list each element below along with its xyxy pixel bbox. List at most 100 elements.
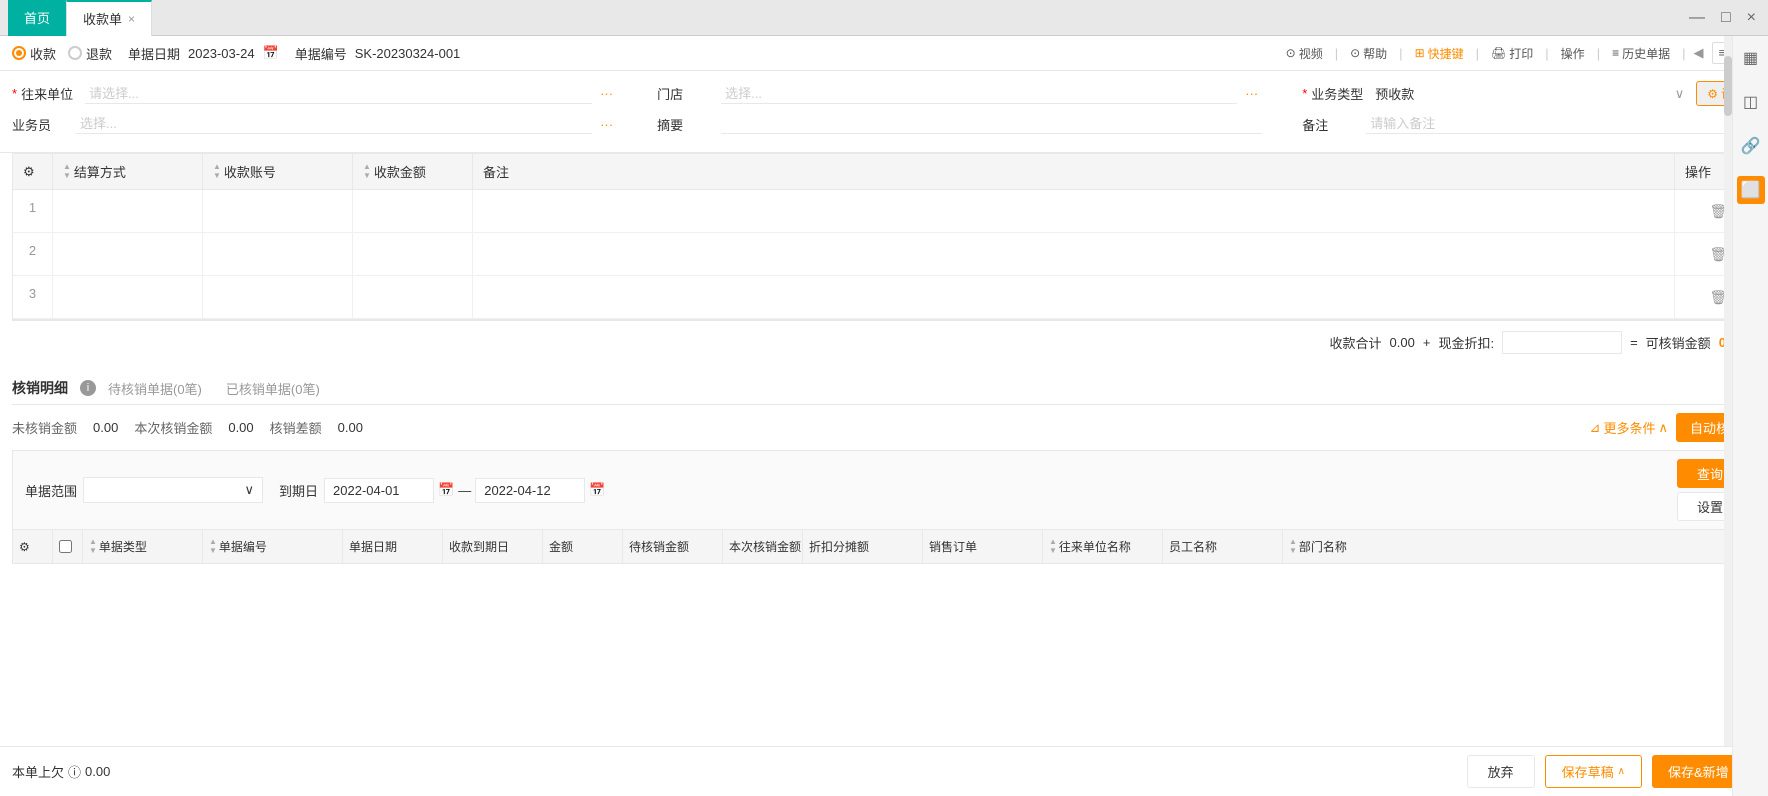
help-btn[interactable]: ⊙ 帮助 bbox=[1346, 43, 1391, 64]
btcol-type-label: 单据类型 bbox=[99, 538, 147, 555]
summary-row: 收款合计 0.00 + 现金折扣: = 可核销金额 0.00 bbox=[12, 320, 1756, 364]
row-3-remarks[interactable] bbox=[473, 276, 1675, 318]
scrollbar-thumb[interactable] bbox=[1724, 56, 1732, 116]
save-draft-label: 保存草稿 bbox=[1562, 762, 1614, 781]
btcol-partner: ▲▼ 往来单位名称 bbox=[1043, 530, 1163, 563]
store-input[interactable] bbox=[721, 84, 1237, 104]
row-3-account[interactable] bbox=[203, 276, 353, 318]
btcol-pending: 待核销金额 bbox=[623, 530, 723, 563]
notes-input[interactable] bbox=[1366, 114, 1756, 134]
operations-label: 操作 bbox=[1561, 45, 1585, 62]
number-value: SK-20230324-001 bbox=[355, 46, 461, 61]
radio-receipt[interactable]: 收款 bbox=[12, 44, 56, 63]
nav-prev-icon[interactable]: ◀ bbox=[1694, 45, 1704, 61]
more-conditions-btn[interactable]: ⊿ 更多条件 ∧ bbox=[1590, 418, 1668, 437]
salesperson-more-icon[interactable]: ··· bbox=[596, 117, 617, 132]
number-label: 单据编号 bbox=[295, 44, 347, 63]
tab-receipt-label: 收款单 bbox=[83, 9, 122, 28]
store-more-icon[interactable]: ··· bbox=[1241, 86, 1262, 101]
sidebar-layout-icon[interactable]: ◫ bbox=[1737, 88, 1765, 116]
minimize-icon[interactable]: — bbox=[1685, 9, 1709, 27]
btcol-partner-label: 往来单位名称 bbox=[1059, 538, 1131, 555]
btcol-dept: ▲▼ 部门名称 bbox=[1283, 530, 1403, 563]
close-window-icon[interactable]: × bbox=[1743, 9, 1760, 27]
store-field: 门店 ··· bbox=[657, 84, 1262, 104]
date-from-input[interactable] bbox=[324, 478, 434, 503]
maximize-icon[interactable]: □ bbox=[1717, 9, 1735, 27]
calendar-icon[interactable]: 📅 bbox=[263, 45, 279, 61]
row-3-amount[interactable] bbox=[353, 276, 473, 318]
save-new-label: 保存&新增 bbox=[1668, 762, 1729, 781]
salesperson-field: 业务员 ··· bbox=[12, 114, 617, 134]
summary-input[interactable] bbox=[721, 114, 1262, 134]
row-2-num: 2 bbox=[13, 233, 53, 275]
diff-label: 核销差额 bbox=[270, 418, 322, 437]
pending-tab[interactable]: 待核销单据(0笔) bbox=[108, 379, 202, 398]
btcol-checkbox[interactable] bbox=[53, 530, 83, 563]
help-label: 帮助 bbox=[1363, 45, 1387, 62]
tab-bar: 首页 收款单 × — □ × bbox=[0, 0, 1768, 36]
discount-label: 现金折扣: bbox=[1438, 333, 1494, 352]
settings-icon: ⚙ bbox=[1707, 87, 1718, 101]
col-settings[interactable]: ⚙ bbox=[13, 154, 53, 189]
discard-button[interactable]: 放弃 bbox=[1467, 755, 1535, 788]
tab-home[interactable]: 首页 bbox=[8, 0, 66, 36]
row-3-num: 3 bbox=[13, 276, 53, 318]
info-icon[interactable]: i bbox=[80, 380, 96, 396]
tab-close-icon[interactable]: × bbox=[128, 12, 135, 26]
btcol-settings[interactable]: ⚙ bbox=[13, 530, 53, 563]
toolbar-actions: ⊙ 视频 | ⊙ 帮助 | ⊞ 快捷键 | 🖨 打印 | 操作 | bbox=[1282, 42, 1756, 64]
row-2-account[interactable] bbox=[203, 233, 353, 275]
date-range: 📅 — 📅 bbox=[324, 478, 605, 503]
row-1-amount[interactable] bbox=[353, 190, 473, 232]
operations-btn[interactable]: 操作 bbox=[1557, 43, 1589, 64]
range-select[interactable]: ∨ bbox=[83, 477, 263, 503]
tab-receipt[interactable]: 收款单 × bbox=[66, 0, 152, 36]
total-value: 0.00 bbox=[1390, 335, 1415, 350]
col-settlement-label: 结算方式 bbox=[74, 162, 126, 181]
salesperson-input[interactable] bbox=[76, 114, 592, 134]
calendar-to-icon[interactable]: 📅 bbox=[589, 482, 605, 498]
row-2-settlement[interactable] bbox=[53, 233, 203, 275]
print-btn[interactable]: 🖨 打印 bbox=[1487, 43, 1537, 64]
done-tab-label: 已核销单据(0笔) bbox=[226, 382, 320, 397]
row-1-settlement[interactable] bbox=[53, 190, 203, 232]
history-btn[interactable]: ≡ 历史单据 bbox=[1608, 43, 1674, 64]
col-remarks-label: 备注 bbox=[483, 162, 509, 181]
row-2-amount[interactable] bbox=[353, 233, 473, 275]
radio-refund[interactable]: 退款 bbox=[68, 44, 112, 63]
row-3-settlement[interactable] bbox=[53, 276, 203, 318]
summary-label: 摘要 bbox=[657, 115, 717, 134]
business-type-value: 预收款 bbox=[1375, 84, 1670, 103]
shortcut-btn[interactable]: ⊞ 快捷键 bbox=[1411, 43, 1468, 64]
counterparty-input[interactable] bbox=[85, 84, 592, 104]
toolbar: 收款 退款 单据日期 2023-03-24 📅 单据编号 SK-20230324… bbox=[0, 36, 1768, 71]
more-conditions-label: 更多条件 bbox=[1603, 418, 1655, 437]
counterparty-field: * 往来单位 ··· bbox=[12, 84, 617, 104]
verification-section: 核销明细 i 待核销单据(0笔) 已核销单据(0笔) 未核销金额 0.00 本次… bbox=[12, 372, 1756, 564]
sidebar-table-icon[interactable]: ▦ bbox=[1737, 44, 1765, 72]
btcol-dept-label: 部门名称 bbox=[1299, 538, 1347, 555]
row-1-remarks[interactable] bbox=[473, 190, 1675, 232]
select-all-checkbox[interactable] bbox=[59, 540, 72, 553]
done-tab[interactable]: 已核销单据(0笔) bbox=[226, 379, 320, 398]
row-1-account[interactable] bbox=[203, 190, 353, 232]
row-2-remarks[interactable] bbox=[473, 233, 1675, 275]
video-btn[interactable]: ⊙ 视频 bbox=[1282, 43, 1327, 64]
shortcut-label: 快捷键 bbox=[1428, 45, 1464, 62]
sidebar-link-icon[interactable]: 🔗 bbox=[1737, 132, 1765, 160]
radio-refund-dot bbox=[68, 46, 82, 60]
scrollbar[interactable] bbox=[1724, 36, 1732, 746]
col-remarks: 备注 bbox=[473, 154, 1675, 189]
counterparty-more-icon[interactable]: ··· bbox=[596, 86, 617, 101]
discount-input[interactable] bbox=[1502, 331, 1622, 354]
business-type-dropdown-icon[interactable]: ∨ bbox=[1675, 86, 1685, 102]
filter-row: 单据范围 ∨ 到期日 📅 — 📅 查询 设置 bbox=[12, 450, 1756, 530]
date-value: 2023-03-24 bbox=[188, 46, 255, 61]
date-to-input[interactable] bbox=[475, 478, 585, 503]
draft-dropdown-icon: ∧ bbox=[1618, 766, 1625, 777]
calendar-from-icon[interactable]: 📅 bbox=[438, 482, 454, 498]
section-title: 核销明细 bbox=[12, 378, 68, 398]
sidebar-expand-icon[interactable]: ⬜ bbox=[1737, 176, 1765, 204]
save-draft-button[interactable]: 保存草稿 ∧ bbox=[1545, 755, 1642, 788]
